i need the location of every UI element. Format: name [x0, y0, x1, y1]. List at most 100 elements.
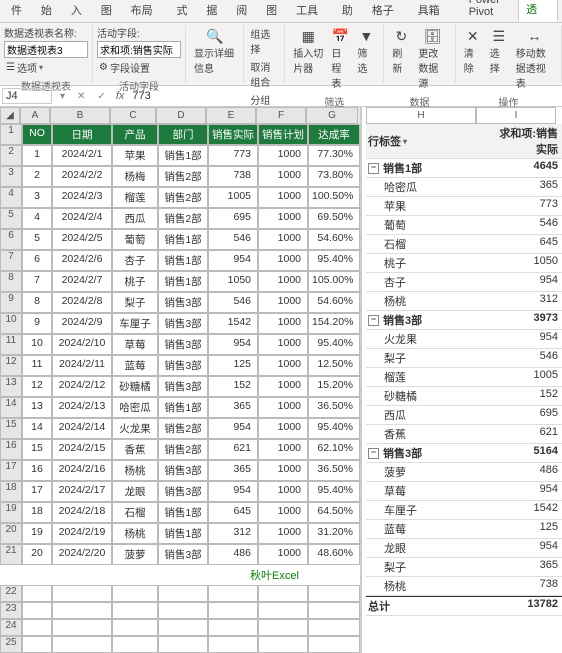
cell[interactable]: 365 — [208, 397, 258, 418]
cell[interactable]: 11 — [22, 355, 52, 376]
row-5[interactable]: 5 — [0, 208, 22, 229]
cell[interactable]: 2024/2/7 — [52, 271, 112, 292]
cell[interactable]: 621 — [208, 439, 258, 460]
cell[interactable]: 杨梅 — [112, 166, 158, 187]
pivot-item[interactable]: 砂糖橘 — [366, 388, 498, 404]
cell[interactable]: 954 — [208, 334, 258, 355]
pivot-item[interactable]: 车厘子 — [366, 502, 498, 518]
pivot-group-total[interactable]: 5164 — [498, 445, 562, 461]
cell[interactable]: 1542 — [208, 313, 258, 334]
cell[interactable]: 125 — [208, 355, 258, 376]
tab-帮助[interactable]: 帮助 — [335, 0, 365, 22]
timeline-button[interactable]: 📅日程表 — [327, 25, 353, 92]
header-cell[interactable]: 销售实际 — [208, 124, 258, 145]
cell[interactable]: 1000 — [258, 334, 308, 355]
refresh-button[interactable]: ↻刷新 — [388, 25, 414, 92]
pivot-item-value[interactable]: 695 — [498, 407, 562, 423]
move-button[interactable]: ↔移动数据透视表 — [512, 25, 557, 92]
cell[interactable]: 36.50% — [308, 460, 360, 481]
pivot-row-label-header[interactable]: 行标签▾ — [366, 125, 498, 157]
pivot-item-value[interactable]: 954 — [498, 331, 562, 347]
cell[interactable]: 15 — [22, 439, 52, 460]
pivot-item[interactable]: 榴莲 — [366, 369, 498, 385]
tab-Power Pivot[interactable]: Power Pivot — [462, 0, 518, 22]
cell[interactable]: 10 — [22, 334, 52, 355]
cell[interactable] — [112, 636, 158, 653]
cell[interactable]: 2024/2/5 — [52, 229, 112, 250]
cell[interactable]: 火龙果 — [112, 418, 158, 439]
cell[interactable] — [258, 636, 308, 653]
cell[interactable]: 1000 — [258, 544, 308, 565]
fx-icon[interactable]: fx — [112, 90, 129, 102]
pivot-item[interactable]: 梨子 — [366, 350, 498, 366]
cell[interactable]: 车厘子 — [112, 313, 158, 334]
row-10[interactable]: 10 — [0, 313, 22, 334]
tab-DIY工具箱[interactable]: DIY工具箱 — [411, 0, 462, 22]
cell[interactable]: 312 — [208, 523, 258, 544]
col-B[interactable]: B — [50, 107, 110, 124]
cell[interactable]: 4 — [22, 208, 52, 229]
pivot-item-value[interactable]: 645 — [498, 236, 562, 252]
cell[interactable]: 31.20% — [308, 523, 360, 544]
row-14[interactable]: 14 — [0, 397, 22, 418]
row-18[interactable]: 18 — [0, 481, 22, 502]
cell[interactable] — [258, 619, 308, 636]
cell[interactable]: 954 — [208, 418, 258, 439]
cell[interactable]: 销售3部 — [158, 481, 208, 502]
pivot-item-value[interactable]: 312 — [498, 293, 562, 309]
cell[interactable]: 1000 — [258, 166, 308, 187]
dropdown-icon[interactable]: ▾ — [54, 91, 71, 102]
cell[interactable]: 砂糖橘 — [112, 376, 158, 397]
tab-开始[interactable]: 开始 — [34, 0, 64, 22]
cell[interactable]: 17 — [22, 481, 52, 502]
cell[interactable]: 2024/2/3 — [52, 187, 112, 208]
cell[interactable]: 8 — [22, 292, 52, 313]
cell[interactable] — [52, 602, 112, 619]
cell[interactable]: 546 — [208, 292, 258, 313]
pivot-item-value[interactable]: 486 — [498, 464, 562, 480]
pivot-item[interactable]: 菠萝 — [366, 464, 498, 480]
cell[interactable] — [208, 602, 258, 619]
tab-数据透[interactable]: 数据透 — [518, 0, 558, 22]
cell[interactable]: 62.10% — [308, 439, 360, 460]
pivot-item[interactable]: 香蕉 — [366, 426, 498, 442]
active-field-input[interactable] — [97, 41, 181, 58]
row-11[interactable]: 11 — [0, 334, 22, 355]
cell[interactable]: 葡萄 — [112, 229, 158, 250]
pivot-item[interactable]: 蓝莓 — [366, 521, 498, 537]
cell[interactable]: 1000 — [258, 439, 308, 460]
cell[interactable]: 2 — [22, 166, 52, 187]
tab-页面布局[interactable]: 页面布局 — [124, 0, 170, 22]
cell[interactable]: 95.40% — [308, 250, 360, 271]
cell[interactable]: 哈密瓜 — [112, 397, 158, 418]
ungroup-button[interactable]: 取消组合 — [248, 58, 280, 90]
pivot-item-value[interactable]: 365 — [498, 179, 562, 195]
grand-total-value[interactable]: 13782 — [498, 598, 562, 614]
slicer-button[interactable]: ▦插入切片器 — [289, 25, 327, 92]
cell[interactable]: 2024/2/6 — [52, 250, 112, 271]
cell[interactable]: 14 — [22, 418, 52, 439]
cell[interactable] — [22, 602, 52, 619]
header-cell[interactable]: 达成率 — [308, 124, 360, 145]
pivot-item-value[interactable]: 1542 — [498, 502, 562, 518]
cell[interactable]: 954 — [208, 481, 258, 502]
cell[interactable] — [308, 619, 360, 636]
row-22[interactable]: 22 — [0, 585, 22, 602]
filter-dropdown-icon[interactable]: ▾ — [403, 137, 407, 146]
cell[interactable]: 杨桃 — [112, 523, 158, 544]
cell[interactable]: 77.30% — [308, 145, 360, 166]
col-C[interactable]: C — [110, 107, 156, 124]
cell[interactable]: 54.60% — [308, 292, 360, 313]
cell[interactable]: 1000 — [258, 271, 308, 292]
pivot-item[interactable]: 哈密瓜 — [366, 179, 498, 195]
pivot-item-value[interactable]: 738 — [498, 578, 562, 594]
row-21[interactable]: 21 — [0, 544, 22, 565]
cell[interactable]: 12 — [22, 376, 52, 397]
cell[interactable]: 2024/2/1 — [52, 145, 112, 166]
cell[interactable]: 销售3部 — [158, 355, 208, 376]
row-3[interactable]: 3 — [0, 166, 22, 187]
cancel-icon[interactable]: ✕ — [71, 91, 91, 102]
cell[interactable]: 486 — [208, 544, 258, 565]
collapse-icon[interactable]: − — [368, 163, 379, 174]
cell[interactable]: 95.40% — [308, 334, 360, 355]
